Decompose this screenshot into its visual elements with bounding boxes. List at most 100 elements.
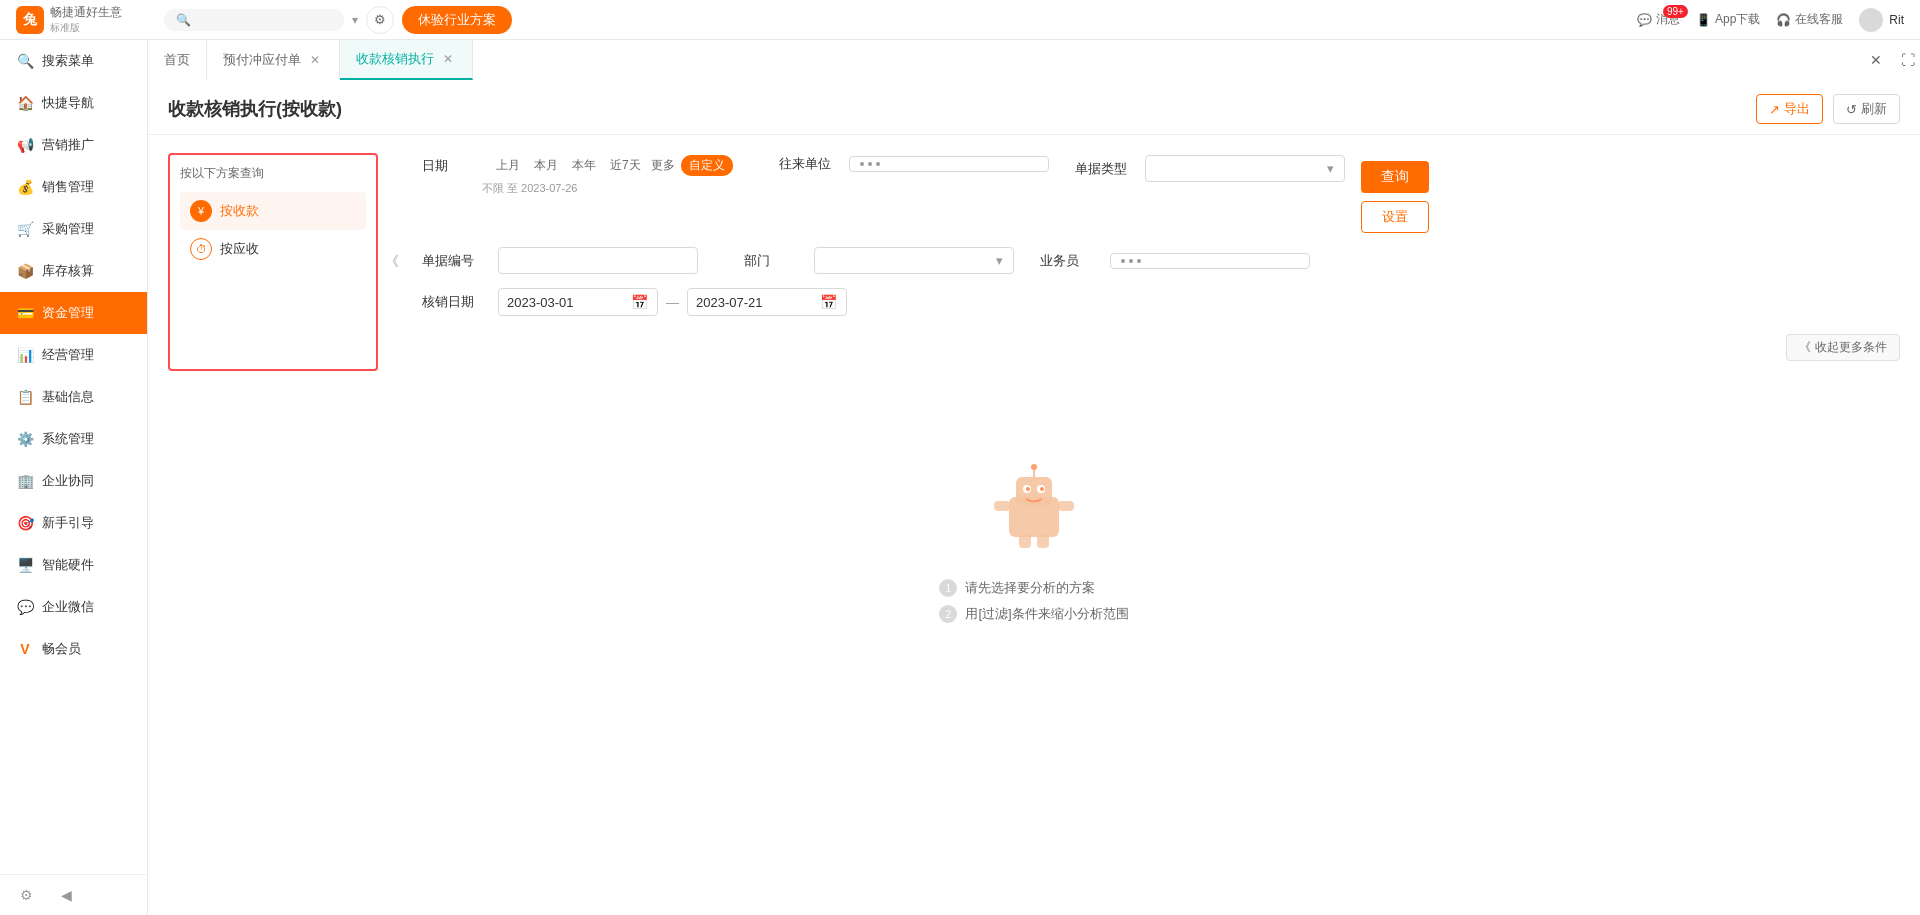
sidebar-item-label: 采购管理 — [42, 220, 94, 238]
dot6 — [1137, 259, 1141, 263]
sidebar-item-capital[interactable]: 💳 资金管理 — [0, 292, 147, 334]
sidebar-item-label: 搜索菜单 — [42, 52, 94, 70]
sidebar-collapse-icon[interactable]: ◀ — [56, 885, 76, 905]
user-area[interactable]: Rit — [1859, 8, 1904, 32]
message-button[interactable]: 💬 消息 99+ — [1637, 11, 1680, 28]
sidebar: 🔍 搜索菜单 🏠 快捷导航 📢 营销推广 💰 销售管理 🛒 采购管理 📦 库存核… — [0, 40, 148, 915]
svg-point-4 — [1026, 487, 1030, 491]
chevron-up-icon: 《 — [1799, 339, 1811, 356]
tab-collection[interactable]: 收款核销执行 ✕ — [340, 40, 473, 80]
message-icon: 💬 — [1637, 13, 1652, 27]
svg-rect-11 — [1037, 534, 1049, 548]
date-btn-this-month[interactable]: 本月 — [530, 155, 562, 176]
query-button[interactable]: 查询 — [1361, 161, 1429, 193]
sidebar-item-label: 资金管理 — [42, 304, 94, 322]
verify-end-input[interactable] — [696, 295, 816, 310]
filter-collapse-btn[interactable]: 《 — [382, 145, 402, 379]
tab-prepay-close[interactable]: ✕ — [307, 52, 323, 68]
date-btn-more[interactable]: 更多 — [651, 157, 675, 174]
dot5 — [1129, 259, 1133, 263]
marketing-icon: 📢 — [16, 136, 34, 154]
setting-button[interactable]: 设置 — [1361, 201, 1429, 233]
gear-button[interactable]: ⚙ — [366, 6, 394, 34]
sidebar-item-guide[interactable]: 🎯 新手引导 — [0, 502, 147, 544]
tab-prepay-label: 预付冲应付单 — [223, 51, 301, 69]
dropdown-arrow-icon: ▾ — [1327, 161, 1334, 176]
sidebar-item-hardware[interactable]: 🖥️ 智能硬件 — [0, 544, 147, 586]
filter-by-receivable-label: 按应收 — [220, 240, 259, 258]
refresh-button[interactable]: ↺ 刷新 — [1833, 94, 1900, 124]
dot2 — [868, 162, 872, 166]
sidebar-item-sales[interactable]: 💰 销售管理 — [0, 166, 147, 208]
salesperson-input[interactable] — [1110, 253, 1310, 269]
sidebar-item-system[interactable]: ⚙️ 系统管理 — [0, 418, 147, 460]
system-icon: ⚙️ — [16, 430, 34, 448]
sidebar-item-operations[interactable]: 📊 经营管理 — [0, 334, 147, 376]
tip-num-1: 1 — [939, 579, 957, 597]
sidebar-item-label: 系统管理 — [42, 430, 94, 448]
sidebar-item-member[interactable]: V 畅会员 — [0, 628, 147, 670]
date-btn-custom[interactable]: 自定义 — [681, 155, 733, 176]
search-bar: 🔍 ▾ ⚙ 休验行业方案 — [164, 6, 1637, 34]
member-icon: V — [16, 640, 34, 658]
sidebar-item-label: 企业协同 — [42, 472, 94, 490]
tab-bar-actions: ✕ ⛶ — [1864, 48, 1920, 72]
filter-by-receipt[interactable]: ¥ 按收款 — [180, 192, 366, 230]
page-title: 收款核销执行(按收款) — [168, 97, 342, 121]
dept-select[interactable]: ▾ — [814, 247, 1014, 274]
verify-date-label: 核销日期 — [422, 293, 482, 311]
receivable-icon: ⏱ — [190, 238, 212, 260]
dropdown-arrow[interactable]: ▾ — [352, 13, 358, 27]
top-right-area: 💬 消息 99+ 📱 App下载 🎧 在线客服 Rit — [1637, 8, 1904, 32]
verify-start-cal-icon[interactable]: 📅 — [631, 294, 648, 310]
main-layout: 🔍 搜索菜单 🏠 快捷导航 📢 营销推广 💰 销售管理 🛒 采购管理 📦 库存核… — [0, 40, 1920, 915]
phone-icon: 📱 — [1696, 13, 1711, 27]
app-download-button[interactable]: 📱 App下载 — [1696, 11, 1760, 28]
date-btn-last-month[interactable]: 上月 — [492, 155, 524, 176]
date-btn-7days[interactable]: 近7天 — [606, 155, 645, 176]
online-service-button[interactable]: 🎧 在线客服 — [1776, 11, 1843, 28]
tab-prepay[interactable]: 预付冲应付单 ✕ — [207, 40, 340, 80]
sidebar-settings-icon[interactable]: ⚙ — [16, 885, 36, 905]
sidebar-item-marketing[interactable]: 📢 营销推广 — [0, 124, 147, 166]
industry-button[interactable]: 休验行业方案 — [402, 6, 512, 34]
sidebar-item-inventory[interactable]: 📦 库存核算 — [0, 250, 147, 292]
verify-end-cal-icon[interactable]: 📅 — [820, 294, 837, 310]
filter-by-receipt-label: 按收款 — [220, 202, 259, 220]
doc-type-select[interactable]: ▾ — [1145, 155, 1345, 182]
page-header-actions: ↗ 导出 ↺ 刷新 — [1756, 94, 1900, 124]
tab-collection-close[interactable]: ✕ — [440, 51, 456, 67]
verify-start-input[interactable] — [507, 295, 627, 310]
export-button[interactable]: ↗ 导出 — [1756, 94, 1823, 124]
svg-rect-10 — [1019, 534, 1031, 548]
operations-icon: 📊 — [16, 346, 34, 364]
collapse-more-btn[interactable]: 《 收起更多条件 — [1786, 334, 1900, 361]
sidebar-item-basic-info[interactable]: 📋 基础信息 — [0, 376, 147, 418]
tab-close-all-icon[interactable]: ✕ — [1864, 48, 1888, 72]
sidebar-item-purchase[interactable]: 🛒 采购管理 — [0, 208, 147, 250]
hardware-icon: 🖥️ — [16, 556, 34, 574]
filter-by-receivable[interactable]: ⏱ 按应收 — [180, 230, 366, 268]
empty-tip-2: 2 用[过滤]条件来缩小分析范围 — [939, 605, 1128, 623]
sidebar-item-search-menu[interactable]: 🔍 搜索菜单 — [0, 40, 147, 82]
headset-icon: 🎧 — [1776, 13, 1791, 27]
guide-icon: 🎯 — [16, 514, 34, 532]
filter-left-title: 按以下方案查询 — [180, 165, 366, 182]
date-sub-label: 不限 至 2023-07-26 — [482, 182, 577, 194]
robot-svg — [984, 459, 1084, 559]
user-name: Rit — [1889, 13, 1904, 27]
verify-date-range: 📅 — 📅 — [498, 288, 847, 316]
empty-state: 1 请先选择要分析的方案 2 用[过滤]条件来缩小分析范围 — [148, 379, 1920, 703]
sidebar-item-quick-nav[interactable]: 🏠 快捷导航 — [0, 82, 147, 124]
sidebar-item-wechat[interactable]: 💬 企业微信 — [0, 586, 147, 628]
logo-icon: 兔 — [16, 6, 44, 34]
date-btn-this-year[interactable]: 本年 — [568, 155, 600, 176]
sidebar-item-label: 智能硬件 — [42, 556, 94, 574]
sidebar-item-enterprise[interactable]: 🏢 企业协同 — [0, 460, 147, 502]
tab-home[interactable]: 首页 — [148, 40, 207, 80]
counterparty-input[interactable] — [849, 156, 1049, 172]
doc-type-label: 单据类型 — [1075, 160, 1135, 178]
search-input[interactable]: 🔍 — [164, 9, 344, 31]
doc-no-input[interactable] — [498, 247, 698, 274]
tab-fullscreen-icon[interactable]: ⛶ — [1896, 48, 1920, 72]
